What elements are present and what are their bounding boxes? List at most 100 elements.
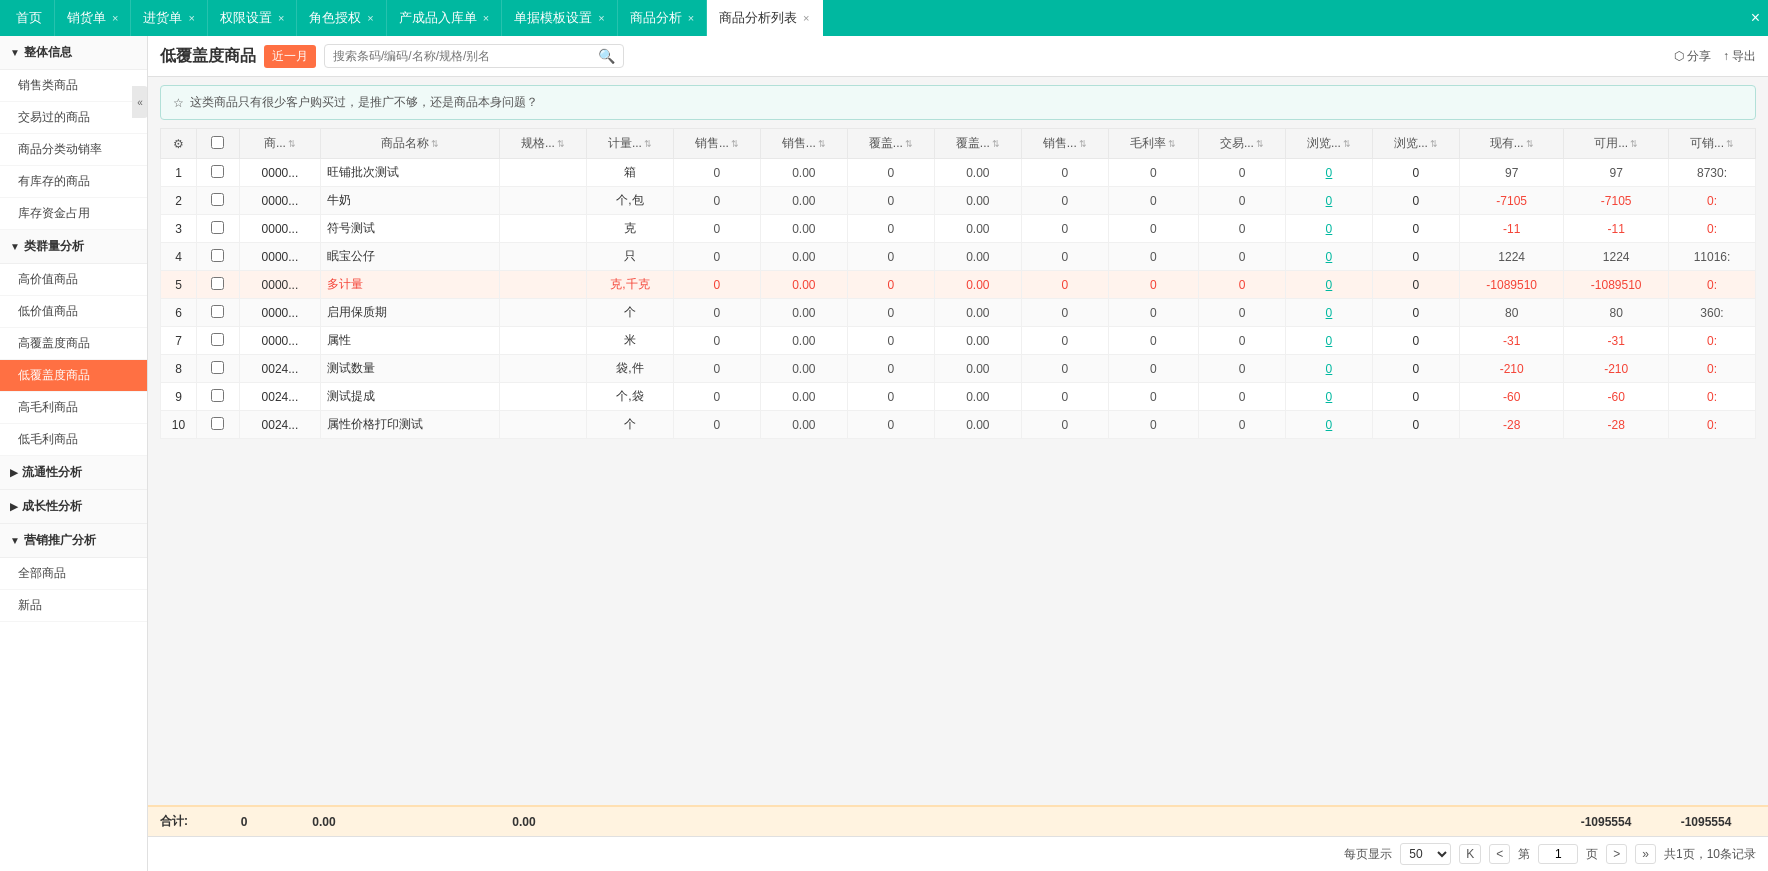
browse-link[interactable]: 0: [1326, 390, 1333, 404]
sidebar-collapse-button[interactable]: «: [132, 86, 148, 118]
unit-column-header[interactable]: 计量...⇅: [586, 129, 673, 159]
browse-link[interactable]: 0: [1326, 362, 1333, 376]
row-checkbox[interactable]: [211, 305, 224, 318]
sidebar-item-low-value[interactable]: 低价值商品: [0, 296, 147, 328]
row-checkbox-cell[interactable]: [197, 243, 240, 271]
row-checkbox-cell[interactable]: [197, 299, 240, 327]
close-icon[interactable]: ×: [188, 12, 194, 24]
sales3-column-header[interactable]: 销售...⇅: [1021, 129, 1108, 159]
row-checkbox[interactable]: [211, 361, 224, 374]
close-icon[interactable]: ×: [483, 12, 489, 24]
row-checkbox-cell[interactable]: [197, 271, 240, 299]
row-checkbox-cell[interactable]: [197, 327, 240, 355]
row-checkbox-cell[interactable]: [197, 159, 240, 187]
sidebar-item-category-rate[interactable]: 商品分类动销率: [0, 134, 147, 166]
gross-margin-column-header[interactable]: 毛利率⇅: [1108, 129, 1198, 159]
period-button[interactable]: 近一月: [264, 45, 316, 68]
close-icon[interactable]: ×: [803, 12, 809, 24]
row-checkbox-cell[interactable]: [197, 215, 240, 243]
nav-sales-order[interactable]: 销货单 ×: [55, 0, 131, 36]
sidebar-item-new-products[interactable]: 新品: [0, 590, 147, 622]
first-page-button[interactable]: K: [1459, 844, 1481, 864]
row-checkbox[interactable]: [211, 165, 224, 178]
name-column-header[interactable]: 商品名称⇅: [321, 129, 500, 159]
sellable-column-header[interactable]: 可销...⇅: [1668, 129, 1755, 159]
sidebar-item-stocked-goods[interactable]: 有库存的商品: [0, 166, 147, 198]
page-number-input[interactable]: [1538, 844, 1578, 864]
transaction-column-header[interactable]: 交易...⇅: [1198, 129, 1285, 159]
sidebar-item-low-margin[interactable]: 低毛利商品: [0, 424, 147, 456]
browse1-cell[interactable]: 0: [1285, 187, 1372, 215]
row-checkbox[interactable]: [211, 333, 224, 346]
browse1-cell[interactable]: 0: [1285, 299, 1372, 327]
sidebar-section-growth[interactable]: ▶ 成长性分析: [0, 490, 147, 524]
sidebar-item-low-coverage[interactable]: 低覆盖度商品: [0, 360, 147, 392]
browse-link[interactable]: 0: [1326, 166, 1333, 180]
browse-link[interactable]: 0: [1326, 222, 1333, 236]
row-checkbox[interactable]: [211, 389, 224, 402]
sidebar-item-inventory-capital[interactable]: 库存资金占用: [0, 198, 147, 230]
page-size-select[interactable]: 20 50 100: [1400, 843, 1451, 865]
row-checkbox-cell[interactable]: [197, 411, 240, 439]
browse1-cell[interactable]: 0: [1285, 355, 1372, 383]
sales-count-column-header[interactable]: 销售...⇅: [673, 129, 760, 159]
close-icon[interactable]: ×: [688, 12, 694, 24]
settings-column-header[interactable]: ⚙: [161, 129, 197, 159]
nav-product-analysis-list[interactable]: 商品分析列表 ×: [707, 0, 822, 36]
browse-link[interactable]: 0: [1326, 250, 1333, 264]
export-button[interactable]: ↑ 导出: [1723, 48, 1756, 65]
sidebar-item-high-margin[interactable]: 高毛利商品: [0, 392, 147, 424]
row-checkbox[interactable]: [211, 249, 224, 262]
sidebar-item-traded-goods[interactable]: 交易过的商品: [0, 102, 147, 134]
browse1-cell[interactable]: 0: [1285, 383, 1372, 411]
browse-link[interactable]: 0: [1326, 278, 1333, 292]
close-all-button[interactable]: ×: [1751, 9, 1760, 27]
sidebar-item-high-coverage[interactable]: 高覆盖度商品: [0, 328, 147, 360]
search-input[interactable]: [333, 49, 598, 63]
close-icon[interactable]: ×: [598, 12, 604, 24]
browse1-cell[interactable]: 0: [1285, 215, 1372, 243]
sidebar-item-all-goods[interactable]: 全部商品: [0, 558, 147, 590]
spec-column-header[interactable]: 规格...⇅: [499, 129, 586, 159]
row-checkbox[interactable]: [211, 417, 224, 430]
select-all-checkbox[interactable]: [211, 136, 224, 149]
nav-permissions[interactable]: 权限设置 ×: [208, 0, 297, 36]
last-page-button[interactable]: »: [1635, 844, 1656, 864]
next-page-button[interactable]: >: [1606, 844, 1627, 864]
browse1-cell[interactable]: 0: [1285, 271, 1372, 299]
browse-link[interactable]: 0: [1326, 194, 1333, 208]
sidebar-section-liquidity[interactable]: ▶ 流通性分析: [0, 456, 147, 490]
sidebar-section-marketing[interactable]: ▼ 营销推广分析: [0, 524, 147, 558]
row-checkbox-cell[interactable]: [197, 187, 240, 215]
available-stock-column-header[interactable]: 可用...⇅: [1564, 129, 1669, 159]
coverage1-column-header[interactable]: 覆盖...⇅: [847, 129, 934, 159]
browse2-column-header[interactable]: 浏览...⇅: [1372, 129, 1459, 159]
prev-page-button[interactable]: <: [1489, 844, 1510, 864]
row-checkbox-cell[interactable]: [197, 355, 240, 383]
code-column-header[interactable]: 商...⇅: [239, 129, 321, 159]
nav-template-settings[interactable]: 单据模板设置 ×: [502, 0, 617, 36]
close-icon[interactable]: ×: [112, 12, 118, 24]
browse1-cell[interactable]: 0: [1285, 243, 1372, 271]
share-button[interactable]: ⬡ 分享: [1674, 48, 1711, 65]
sidebar-item-high-value[interactable]: 高价值商品: [0, 264, 147, 296]
nav-role-auth[interactable]: 角色授权 ×: [297, 0, 386, 36]
browse1-column-header[interactable]: 浏览...⇅: [1285, 129, 1372, 159]
browse1-cell[interactable]: 0: [1285, 411, 1372, 439]
sidebar-section-cluster-analysis[interactable]: ▼ 类群量分析: [0, 230, 147, 264]
browse-link[interactable]: 0: [1326, 306, 1333, 320]
sidebar-item-sales-goods[interactable]: 销售类商品: [0, 70, 147, 102]
browse-link[interactable]: 0: [1326, 334, 1333, 348]
row-checkbox[interactable]: [211, 193, 224, 206]
nav-purchase-order[interactable]: 进货单 ×: [131, 0, 207, 36]
nav-product-analysis[interactable]: 商品分析 ×: [618, 0, 707, 36]
sales-amt-column-header[interactable]: 销售...⇅: [760, 129, 847, 159]
browse-link[interactable]: 0: [1326, 418, 1333, 432]
close-icon[interactable]: ×: [367, 12, 373, 24]
close-icon[interactable]: ×: [278, 12, 284, 24]
browse1-cell[interactable]: 0: [1285, 327, 1372, 355]
coverage2-column-header[interactable]: 覆盖...⇅: [934, 129, 1021, 159]
nav-home[interactable]: 首页: [4, 0, 55, 36]
row-checkbox[interactable]: [211, 221, 224, 234]
browse1-cell[interactable]: 0: [1285, 159, 1372, 187]
